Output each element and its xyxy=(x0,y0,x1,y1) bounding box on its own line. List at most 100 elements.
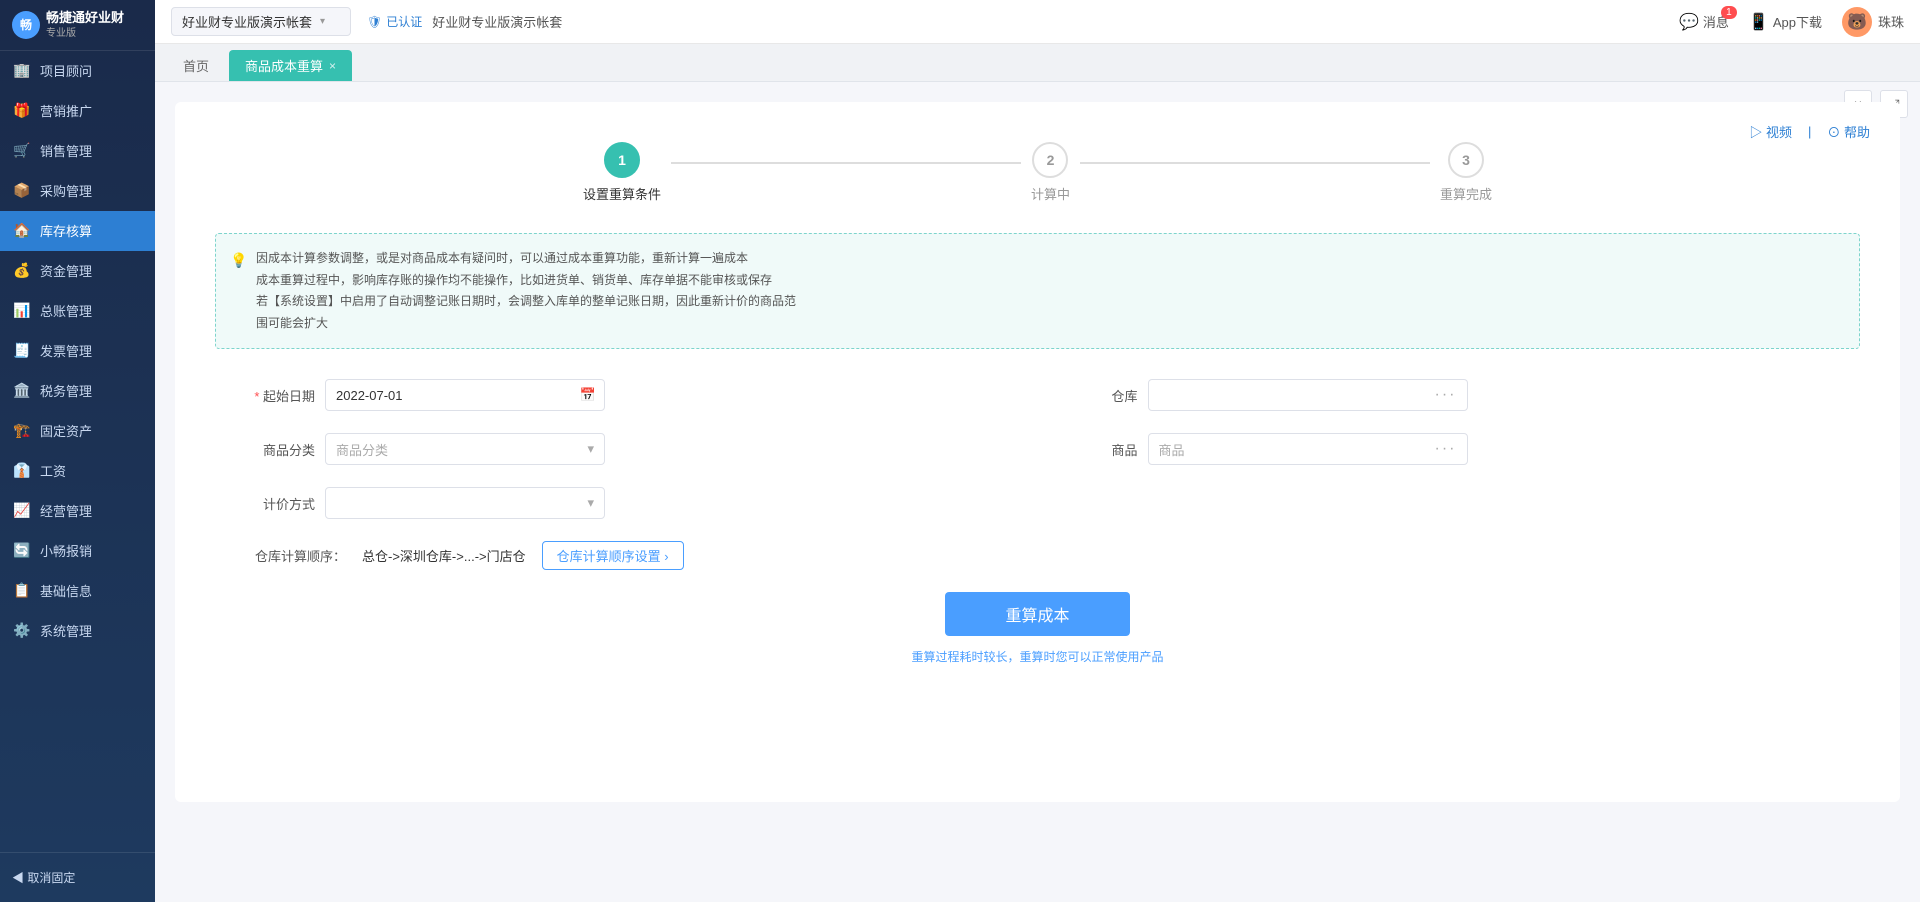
start-date-label: 起始日期 xyxy=(235,386,315,405)
sidebar-item-assets[interactable]: 🏗️ 固定资产 xyxy=(0,411,155,451)
step-2: 2 计算中 xyxy=(1031,142,1070,203)
warehouse-label: 仓库 xyxy=(1058,386,1138,405)
goods-input[interactable]: 商品 ··· xyxy=(1148,433,1468,465)
sidebar-nav: 🏢 项目顾问 🎁 营销推广 🛒 销售管理 📦 采购管理 🏠 库存核算 💰 资金管… xyxy=(0,51,155,852)
step-indicator: 1 设置重算条件 2 计算中 3 重算完成 xyxy=(215,132,1860,203)
tab-cost-recalc[interactable]: 商品成本重算 × xyxy=(229,50,352,81)
finance-icon: 💰 xyxy=(12,261,32,281)
goods-field: 商品 商品 ··· xyxy=(1058,433,1841,465)
project-icon: 🏢 xyxy=(12,61,32,81)
goods-label: 商品 xyxy=(1058,440,1138,459)
start-date-input[interactable]: 2022-07-01 📅 xyxy=(325,379,605,411)
verified-badge: 🛡 已认证 xyxy=(367,13,422,30)
company-name: 好业财专业版演示帐套 xyxy=(432,12,562,31)
sidebar-item-basic[interactable]: 📋 基础信息 xyxy=(0,571,155,611)
payroll-icon: 👔 xyxy=(12,461,32,481)
category-label: 商品分类 xyxy=(235,440,315,459)
logo-text: 畅捷通好业财 专业版 xyxy=(46,10,124,40)
content-area: × ⤢ ▷ 视频 | ⊙ 帮助 1 设置重算条件 xyxy=(155,82,1920,902)
user-menu-button[interactable]: 🐻 珠珠 xyxy=(1842,7,1904,37)
pricing-field: 计价方式 ▾ xyxy=(235,487,1840,519)
sidebar-item-inventory[interactable]: 🏠 库存核算 xyxy=(0,211,155,251)
unpin-button[interactable]: ◀ 取消固定 xyxy=(0,861,155,894)
chevron-down-icon: ▾ xyxy=(587,495,594,511)
form-section: 起始日期 2022-07-01 📅 仓库 ··· xyxy=(215,379,1860,570)
accounting-icon: 📊 xyxy=(12,301,32,321)
shield-icon: 🛡 xyxy=(367,15,382,29)
sidebar-item-project[interactable]: 🏢 项目顾问 xyxy=(0,51,155,91)
divider: | xyxy=(1808,124,1811,139)
tab-close-icon[interactable]: × xyxy=(329,59,336,73)
calendar-icon[interactable]: 📅 xyxy=(580,387,596,403)
step-line-1 xyxy=(671,162,1021,164)
form-row-3: 计价方式 ▾ xyxy=(235,487,1840,519)
notification-badge: 1 xyxy=(1721,6,1737,19)
warehouse-input[interactable]: ··· xyxy=(1148,379,1468,411)
category-select[interactable]: 商品分类 ▾ xyxy=(325,433,605,465)
step-3-circle: 3 xyxy=(1448,142,1484,178)
chevron-down-icon: ▾ xyxy=(320,16,325,27)
step-3: 3 重算完成 xyxy=(1440,142,1492,203)
pricing-select[interactable]: ▾ xyxy=(325,487,605,519)
sidebar-item-sales[interactable]: 🛒 销售管理 xyxy=(0,131,155,171)
goods-placeholder: 商品 xyxy=(1159,440,1435,459)
goods-dots-icon[interactable]: ··· xyxy=(1435,440,1457,458)
video-link[interactable]: ▷ 视频 xyxy=(1749,122,1792,141)
step-1: 1 设置重算条件 xyxy=(583,142,661,203)
sidebar-item-payroll[interactable]: 👔 工资 xyxy=(0,451,155,491)
sidebar-item-expense[interactable]: 🔄 小畅报销 xyxy=(0,531,155,571)
info-icon: 💡 xyxy=(230,248,247,273)
form-row-2: 商品分类 商品分类 ▾ 商品 商品 ··· xyxy=(235,433,1840,465)
system-icon: ⚙️ xyxy=(12,621,32,641)
step-1-label: 设置重算条件 xyxy=(583,184,661,203)
main-area: 好业财专业版演示帐套 ▾ 🛡 已认证 好业财专业版演示帐套 💬 消息 1 📱 A… xyxy=(155,0,1920,902)
sidebar-logo: 畅 畅捷通好业财 专业版 xyxy=(0,0,155,51)
message-button[interactable]: 💬 消息 1 xyxy=(1679,12,1729,32)
step-line-2 xyxy=(1080,162,1430,164)
category-field: 商品分类 商品分类 ▾ xyxy=(235,433,1018,465)
sidebar-item-operations[interactable]: 📈 经营管理 xyxy=(0,491,155,531)
sidebar-item-accounting[interactable]: 📊 总账管理 xyxy=(0,291,155,331)
warehouse-order-settings-button[interactable]: 仓库计算顺序设置 › xyxy=(542,541,684,570)
sidebar-item-purchase[interactable]: 📦 采购管理 xyxy=(0,171,155,211)
basic-icon: 📋 xyxy=(12,581,32,601)
tab-home[interactable]: 首页 xyxy=(167,50,225,81)
recalc-button[interactable]: 重算成本 xyxy=(945,592,1129,636)
logo-icon: 畅 xyxy=(12,11,40,39)
operations-icon: 📈 xyxy=(12,501,32,521)
panel-top-links: ▷ 视频 | ⊙ 帮助 xyxy=(1749,122,1870,141)
marketing-icon: 🎁 xyxy=(12,101,32,121)
sidebar-item-system[interactable]: ⚙️ 系统管理 xyxy=(0,611,155,651)
form-row-1: 起始日期 2022-07-01 📅 仓库 ··· xyxy=(235,379,1840,411)
chevron-down-icon: ▾ xyxy=(587,441,594,457)
expense-icon: 🔄 xyxy=(12,541,32,561)
avatar: 🐻 xyxy=(1842,7,1872,37)
app-download-button[interactable]: 📱 App下载 xyxy=(1749,12,1822,32)
message-icon: 💬 xyxy=(1679,12,1699,32)
warehouse-field: 仓库 ··· xyxy=(1058,379,1841,411)
sidebar-item-finance[interactable]: 💰 资金管理 xyxy=(0,251,155,291)
recalc-hint: 重算过程耗时较长，重算时您可以正常使用产品 xyxy=(911,648,1163,665)
content-panel: ▷ 视频 | ⊙ 帮助 1 设置重算条件 2 计算中 xyxy=(175,102,1900,802)
info-box: 💡 因成本计算参数调整，或是对商品成本有疑问时，可以通过成本重算功能，重新计算一… xyxy=(215,233,1860,349)
invoice-icon: 🧾 xyxy=(12,341,32,361)
step-2-label: 计算中 xyxy=(1031,184,1070,203)
phone-icon: 📱 xyxy=(1749,12,1769,32)
sidebar-bottom: ◀ 取消固定 xyxy=(0,852,155,902)
tab-bar: 首页 商品成本重算 × xyxy=(155,44,1920,82)
sidebar-item-marketing[interactable]: 🎁 营销推广 xyxy=(0,91,155,131)
warehouse-order-row: 仓库计算顺序： 总仓->深圳仓库->...->门店仓 仓库计算顺序设置 › xyxy=(235,541,1840,570)
sidebar-item-invoice[interactable]: 🧾 发票管理 xyxy=(0,331,155,371)
step-2-circle: 2 xyxy=(1032,142,1068,178)
warehouse-order-value: 总仓->深圳仓库->...->门店仓 xyxy=(362,546,526,565)
warehouse-dots-icon[interactable]: ··· xyxy=(1435,386,1457,404)
purchase-icon: 📦 xyxy=(12,181,32,201)
sidebar-item-tax[interactable]: 🏛️ 税务管理 xyxy=(0,371,155,411)
help-link[interactable]: ⊙ 帮助 xyxy=(1827,122,1870,141)
recalc-section: 重算成本 重算过程耗时较长，重算时您可以正常使用产品 xyxy=(215,592,1860,665)
account-selector[interactable]: 好业财专业版演示帐套 ▾ xyxy=(171,7,351,36)
assets-icon: 🏗️ xyxy=(12,421,32,441)
inventory-icon: 🏠 xyxy=(12,221,32,241)
start-date-field: 起始日期 2022-07-01 📅 xyxy=(235,379,1018,411)
header-right: 💬 消息 1 📱 App下载 🐻 珠珠 xyxy=(1679,7,1904,37)
